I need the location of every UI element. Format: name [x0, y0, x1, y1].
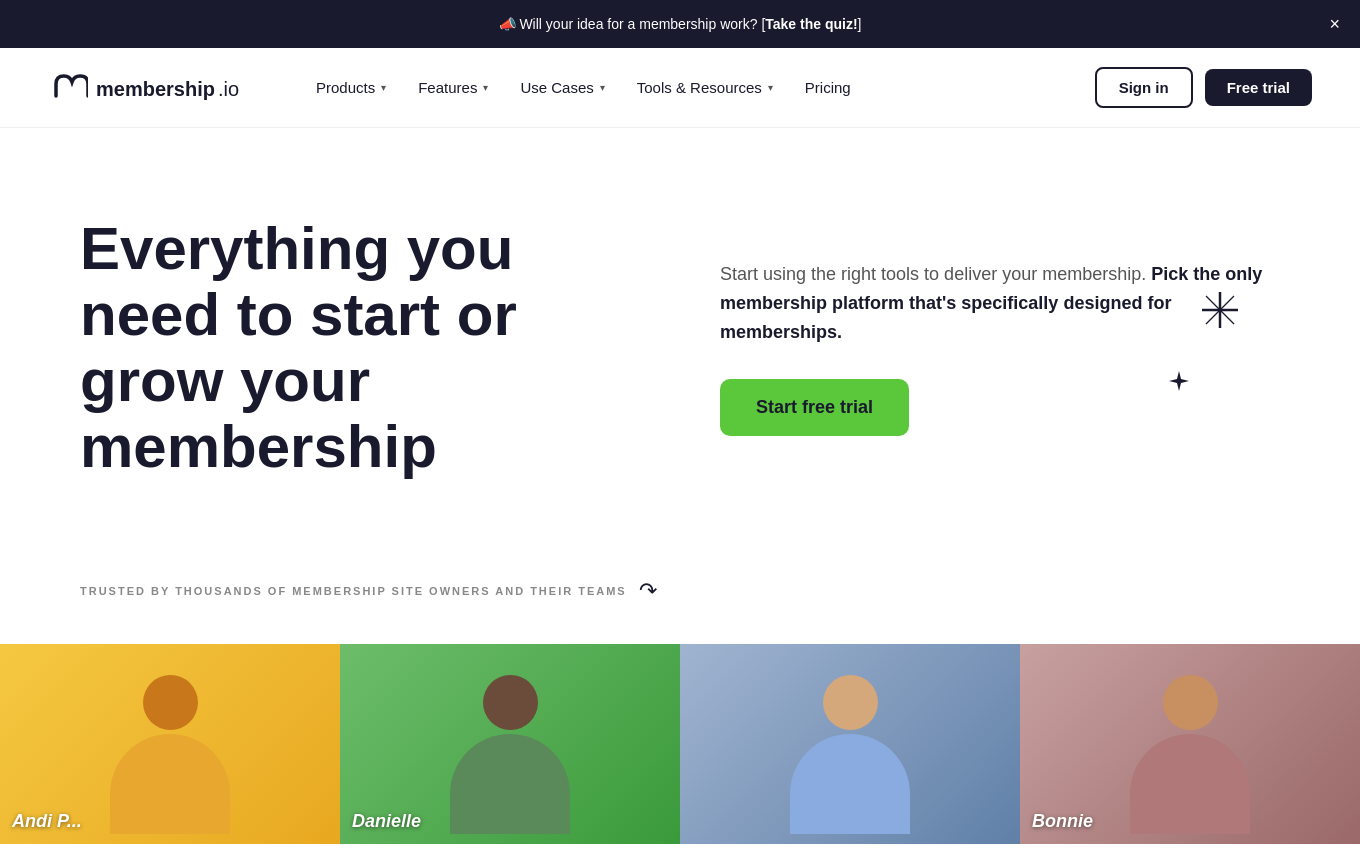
svg-text:membership: membership [96, 78, 215, 100]
nav-links: Products ▾ Features ▾ Use Cases ▾ Tools … [304, 71, 1095, 104]
person-3 [680, 644, 1020, 844]
hero-section: Everything you need to start or grow you… [0, 128, 1360, 548]
person-3-body [790, 734, 910, 834]
arrow-decoration-icon: ↷ [639, 578, 659, 604]
nav-features-label: Features [418, 79, 477, 96]
person-1-name: Andi P... [12, 811, 82, 832]
announcement-post-text: ] [858, 16, 862, 32]
person-4-head [1163, 675, 1218, 730]
navbar: membership .io Products ▾ Features ▾ Use… [0, 48, 1360, 128]
announcement-bar: 📣 Will your idea for a membership work? … [0, 0, 1360, 48]
trusted-bar: TRUSTED BY THOUSANDS OF MEMBERSHIP SITE … [0, 548, 1360, 644]
chevron-down-icon: ▾ [768, 82, 773, 93]
person-1-body [110, 734, 230, 834]
nav-tools-resources[interactable]: Tools & Resources ▾ [625, 71, 785, 104]
hero-title: Everything you need to start or grow you… [80, 216, 640, 480]
start-free-trial-button[interactable]: Start free trial [720, 379, 909, 436]
nav-use-cases-label: Use Cases [520, 79, 593, 96]
signin-button[interactable]: Sign in [1095, 67, 1193, 108]
testimonial-image-grid: Andi P... Danielle Bonnie [0, 644, 1360, 844]
announcement-pre-text: Will your idea for a membership work? [ [519, 16, 765, 32]
close-announcement-button[interactable]: × [1329, 15, 1340, 33]
person-2-head [483, 675, 538, 730]
hero-subtitle-plain: Start using the right tools to deliver y… [720, 264, 1151, 284]
nav-pricing[interactable]: Pricing [793, 71, 863, 104]
person-2-body [450, 734, 570, 834]
logo-text-svg: membership .io [96, 72, 256, 104]
nav-products[interactable]: Products ▾ [304, 71, 398, 104]
announcement-emoji: 📣 [499, 16, 516, 32]
person-2-name: Danielle [352, 811, 421, 832]
person-4-name: Bonnie [1032, 811, 1093, 832]
free-trial-button[interactable]: Free trial [1205, 69, 1312, 106]
svg-text:.io: .io [218, 78, 239, 100]
testimonial-image-3 [680, 644, 1020, 844]
nav-pricing-label: Pricing [805, 79, 851, 96]
testimonial-image-2: Danielle [340, 644, 680, 844]
hero-left: Everything you need to start or grow you… [80, 216, 640, 480]
hero-right: Start using the right tools to deliver y… [640, 260, 1280, 435]
nav-tools-resources-label: Tools & Resources [637, 79, 762, 96]
announcement-text: 📣 Will your idea for a membership work? … [499, 16, 862, 32]
nav-actions: Sign in Free trial [1095, 67, 1312, 108]
logo-icon [48, 68, 88, 108]
chevron-down-icon: ▾ [600, 82, 605, 93]
chevron-down-icon: ▾ [381, 82, 386, 93]
testimonial-image-4: Bonnie [1020, 644, 1360, 844]
person-1-head [143, 675, 198, 730]
announcement-link[interactable]: Take the quiz! [765, 16, 857, 32]
logo-link[interactable]: membership .io [48, 68, 256, 108]
chevron-down-icon: ▾ [483, 82, 488, 93]
nav-features[interactable]: Features ▾ [406, 71, 500, 104]
testimonial-image-1: Andi P... [0, 644, 340, 844]
person-4-body [1130, 734, 1250, 834]
nav-products-label: Products [316, 79, 375, 96]
hero-subtitle: Start using the right tools to deliver y… [720, 260, 1280, 346]
person-3-head [823, 675, 878, 730]
sparkle-star-icon [1168, 370, 1190, 397]
trusted-label: TRUSTED BY THOUSANDS OF MEMBERSHIP SITE … [80, 578, 1280, 604]
nav-use-cases[interactable]: Use Cases ▾ [508, 71, 616, 104]
trusted-label-text: TRUSTED BY THOUSANDS OF MEMBERSHIP SITE … [80, 585, 627, 597]
